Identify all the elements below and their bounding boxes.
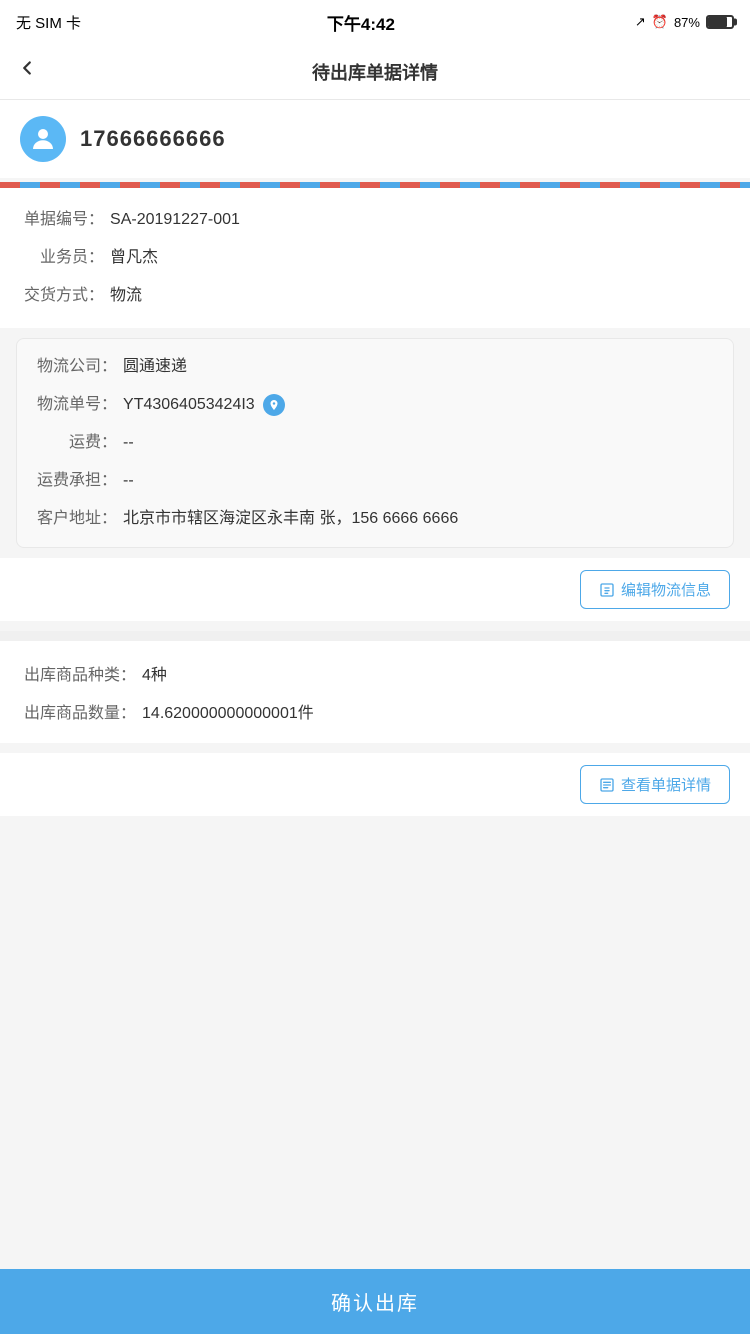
- salesman-label: 业务员：: [24, 246, 104, 270]
- goods-quantity-row: 出库商品数量： 14.620000000000001件: [24, 699, 726, 723]
- battery-text: 87%: [674, 15, 700, 30]
- page-title: 待出库单据详情: [312, 59, 438, 85]
- status-left: 无 SIM 卡: [16, 12, 87, 33]
- avatar: [20, 116, 66, 162]
- salesman-row: 业务员： 曾凡杰: [24, 246, 726, 270]
- goods-quantity-label: 出库商品数量：: [24, 699, 136, 723]
- logistics-freight-bear-row: 运费承担： --: [37, 469, 713, 493]
- logistics-freight-bear-value: --: [123, 469, 713, 493]
- view-detail-wrap: 查看单据详情: [0, 753, 750, 816]
- logistics-freight-bear-label: 运费承担：: [37, 469, 117, 493]
- goods-type-value: 4种: [142, 661, 167, 685]
- goods-type-label: 出库商品种类：: [24, 661, 136, 685]
- logistics-company-row: 物流公司： 圆通速递: [37, 355, 713, 379]
- logistics-tracking-value: YT43064053424I3: [123, 393, 713, 417]
- logistics-freight-row: 运费： --: [37, 431, 713, 455]
- salesman-value: 曾凡杰: [110, 246, 726, 270]
- delivery-value: 物流: [110, 284, 726, 308]
- delivery-label: 交货方式：: [24, 284, 104, 308]
- back-button[interactable]: [8, 49, 46, 94]
- goods-type-row: 出库商品种类： 4种: [24, 661, 726, 685]
- confirm-outbound-button[interactable]: 确认出库: [331, 1287, 419, 1316]
- customer-phone: 17666666666: [80, 126, 226, 152]
- order-number-label: 单据编号：: [24, 208, 104, 232]
- section-divider: [0, 631, 750, 641]
- view-detail-button[interactable]: 查看单据详情: [580, 765, 730, 804]
- view-detail-label: 查看单据详情: [621, 774, 711, 795]
- logistics-card: 物流公司： 圆通速递 物流单号： YT43064053424I3 运费： -- …: [16, 338, 734, 548]
- battery-icon: [706, 15, 734, 29]
- goods-section: 出库商品种类： 4种 出库商品数量： 14.620000000000001件: [0, 641, 750, 743]
- goods-quantity-value: 14.620000000000001件: [142, 699, 314, 723]
- order-number-value: SA-20191227-001: [110, 208, 726, 232]
- logistics-freight-value: --: [123, 431, 713, 455]
- customer-header: 17666666666: [0, 100, 750, 178]
- delivery-row: 交货方式： 物流: [24, 284, 726, 308]
- edit-logistics-label: 编辑物流信息: [621, 579, 711, 600]
- status-time: 下午4:42: [327, 10, 395, 35]
- content-spacer: [0, 826, 750, 986]
- logistics-company-label: 物流公司：: [37, 355, 117, 379]
- tracking-location-icon[interactable]: [263, 394, 285, 416]
- edit-btn-wrap: 编辑物流信息: [0, 558, 750, 621]
- status-bar: 无 SIM 卡 下午4:42 ↗ ⏰ 87%: [0, 0, 750, 44]
- carrier-text: 无 SIM 卡: [16, 12, 81, 33]
- order-info-section: 单据编号： SA-20191227-001 业务员： 曾凡杰 交货方式： 物流: [0, 188, 750, 328]
- status-right: ↗ ⏰ 87%: [635, 14, 734, 30]
- order-number-row: 单据编号： SA-20191227-001: [24, 208, 726, 232]
- edit-logistics-button[interactable]: 编辑物流信息: [580, 570, 730, 609]
- location-icon: ↗: [635, 14, 646, 30]
- nav-bar: 待出库单据详情: [0, 44, 750, 100]
- logistics-freight-label: 运费：: [37, 431, 117, 455]
- logistics-address-row: 客户地址： 北京市市辖区海淀区永丰南 张，156 6666 6666: [37, 507, 713, 531]
- alarm-icon: ⏰: [652, 14, 668, 30]
- logistics-company-value: 圆通速递: [123, 355, 713, 379]
- logistics-address-label: 客户地址：: [37, 507, 117, 531]
- logistics-address-value: 北京市市辖区海淀区永丰南 张，156 6666 6666: [123, 507, 713, 531]
- logistics-tracking-label: 物流单号：: [37, 393, 117, 417]
- bottom-btn-wrap: 确认出库: [0, 1269, 750, 1334]
- logistics-tracking-row: 物流单号： YT43064053424I3: [37, 393, 713, 417]
